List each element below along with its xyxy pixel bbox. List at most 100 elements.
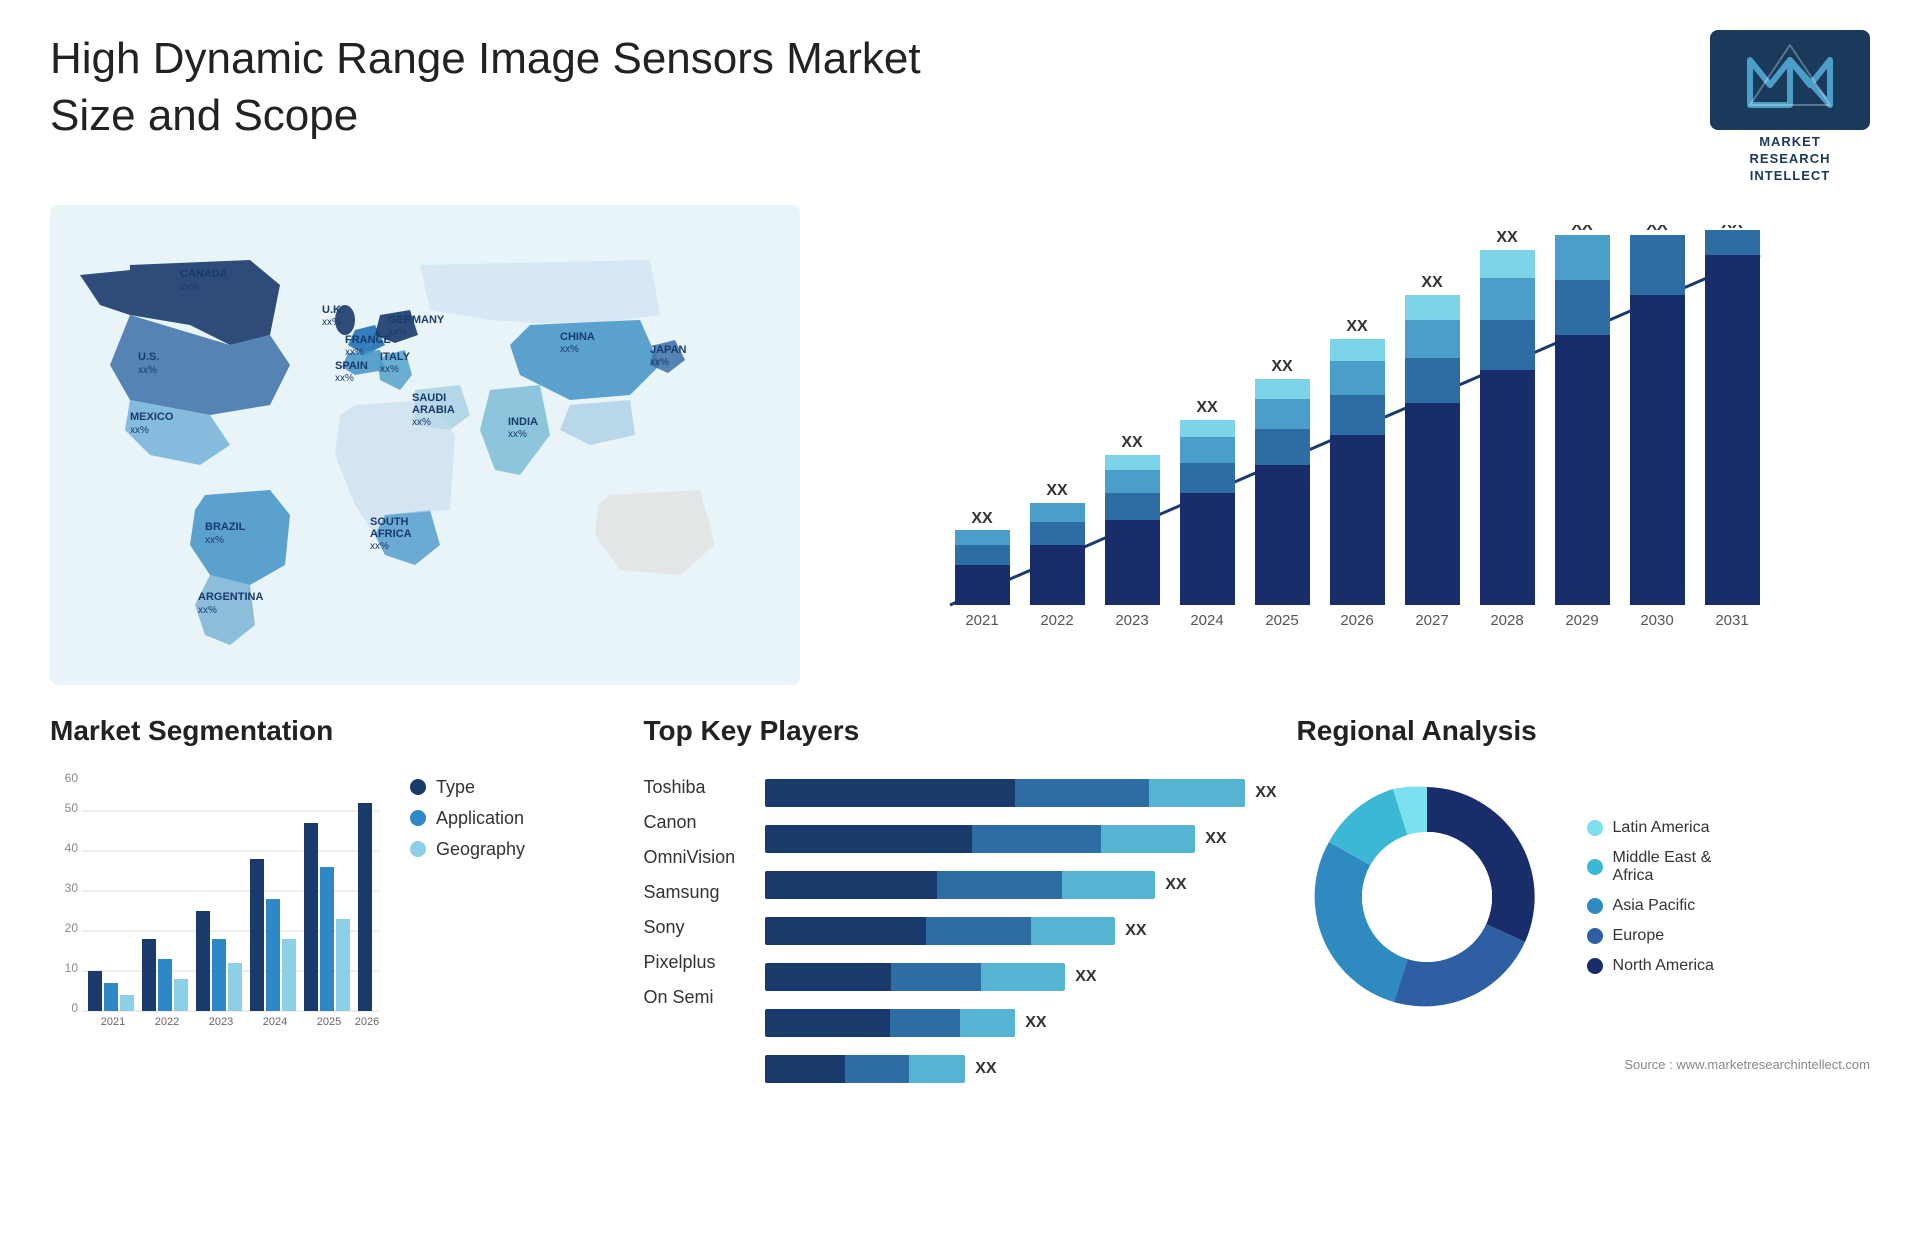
- svg-text:10: 10: [65, 961, 79, 975]
- svg-text:XX: XX: [1571, 225, 1593, 234]
- bar-dark: [765, 871, 937, 899]
- bar-row-canon: XX: [765, 823, 1276, 855]
- bar-dark: [765, 1055, 845, 1083]
- bar-mid: [845, 1055, 909, 1083]
- svg-text:ITALY: ITALY: [380, 351, 411, 363]
- svg-text:ARABIA: ARABIA: [412, 404, 455, 416]
- bar-label-toshiba: XX: [1255, 784, 1276, 802]
- bar-toshiba: [765, 779, 1245, 807]
- svg-text:AFRICA: AFRICA: [370, 528, 412, 540]
- svg-text:2023: 2023: [209, 1016, 233, 1027]
- dot-europe: [1587, 928, 1603, 944]
- svg-text:2025: 2025: [317, 1016, 341, 1027]
- svg-text:XX: XX: [1346, 318, 1368, 335]
- svg-text:SPAIN: SPAIN: [335, 360, 368, 372]
- svg-text:SAUDI: SAUDI: [412, 392, 446, 404]
- svg-text:CHINA: CHINA: [560, 331, 595, 343]
- legend-northam: North America: [1587, 957, 1714, 975]
- svg-text:2022: 2022: [155, 1016, 179, 1027]
- label-apac: Asia Pacific: [1613, 897, 1696, 915]
- bar-dark: [765, 779, 1015, 807]
- bar-dark: [765, 825, 971, 853]
- bar-dark: [765, 1009, 890, 1037]
- svg-text:xx%: xx%: [130, 425, 149, 436]
- bar-light: [1062, 871, 1156, 899]
- legend-label-application: Application: [436, 808, 524, 829]
- player-toshiba: Toshiba: [643, 777, 735, 798]
- players-names: Toshiba Canon OmniVision Samsung Sony Pi…: [643, 767, 735, 1008]
- player-onsemi: On Semi: [643, 987, 735, 1008]
- source-text: Source : www.marketresearchintellect.com: [1297, 1057, 1870, 1072]
- legend-mea: Middle East &Africa: [1587, 849, 1714, 885]
- bar-row-samsung: XX: [765, 915, 1276, 947]
- bar-row-onsemi: XX: [765, 1053, 1276, 1085]
- svg-text:xx%: xx%: [345, 347, 364, 358]
- svg-text:2024: 2024: [263, 1016, 287, 1027]
- legend-item-application: Application: [410, 808, 525, 829]
- svg-text:U.S.: U.S.: [138, 351, 159, 363]
- map-container: CANADA xx% U.S. xx% MEXICO xx% BRAZIL xx…: [50, 205, 800, 685]
- label-mea: Middle East &Africa: [1613, 849, 1712, 885]
- svg-text:MEXICO: MEXICO: [130, 411, 174, 423]
- svg-text:xx%: xx%: [560, 344, 579, 355]
- bar-chart-container: XX 2021 XX 2022 XX 2023: [830, 205, 1870, 685]
- svg-text:xx%: xx%: [335, 373, 354, 384]
- svg-text:xx%: xx%: [138, 365, 157, 376]
- bar-label-onsemi: XX: [975, 1060, 996, 1078]
- svg-text:XX: XX: [1196, 399, 1218, 416]
- bar-row-toshiba: XX: [765, 777, 1276, 809]
- svg-text:XX: XX: [1421, 274, 1443, 291]
- legend-europe: Europe: [1587, 927, 1714, 945]
- bar-omnivision: [765, 871, 1155, 899]
- bar-pixelplus: [765, 1009, 1015, 1037]
- svg-text:50: 50: [65, 801, 79, 815]
- segmentation-title: Market Segmentation: [50, 715, 623, 747]
- svg-text:60: 60: [65, 771, 79, 785]
- bar-sony: [765, 963, 1065, 991]
- svg-text:2023: 2023: [1115, 612, 1148, 629]
- svg-text:xx%: xx%: [205, 535, 224, 546]
- svg-text:20: 20: [65, 921, 79, 935]
- svg-text:0: 0: [71, 1001, 78, 1015]
- svg-text:FRANCE: FRANCE: [345, 334, 391, 346]
- svg-text:2030: 2030: [1640, 612, 1673, 629]
- bar-mid: [890, 1009, 960, 1037]
- segmentation-chart-svg: 0 10 20 30 40 50 60: [50, 767, 390, 1027]
- svg-text:xx%: xx%: [412, 417, 431, 428]
- legend-label-geography: Geography: [436, 839, 525, 860]
- player-samsung: Samsung: [643, 882, 735, 903]
- legend-apac: Asia Pacific: [1587, 897, 1714, 915]
- bar-mid: [972, 825, 1101, 853]
- regional-panel: Regional Analysis: [1297, 715, 1870, 1215]
- legend-label-type: Type: [436, 777, 475, 798]
- svg-text:XX: XX: [971, 510, 993, 527]
- svg-text:JAPAN: JAPAN: [650, 344, 687, 356]
- svg-text:30: 30: [65, 881, 79, 895]
- label-latin: Latin America: [1613, 819, 1710, 837]
- svg-text:xx%: xx%: [388, 327, 407, 338]
- svg-text:SOUTH: SOUTH: [370, 516, 409, 528]
- svg-text:xx%: xx%: [198, 605, 217, 616]
- svg-text:2024: 2024: [1190, 612, 1223, 629]
- bar-dark: [765, 963, 891, 991]
- players-list: Toshiba Canon OmniVision Samsung Sony Pi…: [643, 767, 1276, 1085]
- application-dot: [410, 810, 426, 826]
- header: High Dynamic Range Image Sensors Market …: [50, 30, 1870, 185]
- svg-text:GERMANY: GERMANY: [388, 314, 445, 326]
- bar-label-sony: XX: [1075, 968, 1096, 986]
- page-title: High Dynamic Range Image Sensors Market …: [50, 30, 950, 144]
- bottom-section: Market Segmentation 0 10 20 30 40 50 60: [50, 715, 1870, 1215]
- svg-text:XX: XX: [1046, 482, 1068, 499]
- bar-row-pixelplus: XX: [765, 1007, 1276, 1039]
- svg-text:xx%: xx%: [370, 541, 389, 552]
- bar-canon: [765, 825, 1195, 853]
- key-players-title: Top Key Players: [643, 715, 1276, 747]
- svg-text:xx%: xx%: [180, 282, 199, 293]
- dot-northam: [1587, 958, 1603, 974]
- dot-latin: [1587, 820, 1603, 836]
- page-container: High Dynamic Range Image Sensors Market …: [0, 0, 1920, 1235]
- bar-light: [909, 1055, 965, 1083]
- dot-mea: [1587, 859, 1603, 875]
- bars-container: XX XX: [765, 767, 1276, 1085]
- svg-text:XX: XX: [1271, 358, 1293, 375]
